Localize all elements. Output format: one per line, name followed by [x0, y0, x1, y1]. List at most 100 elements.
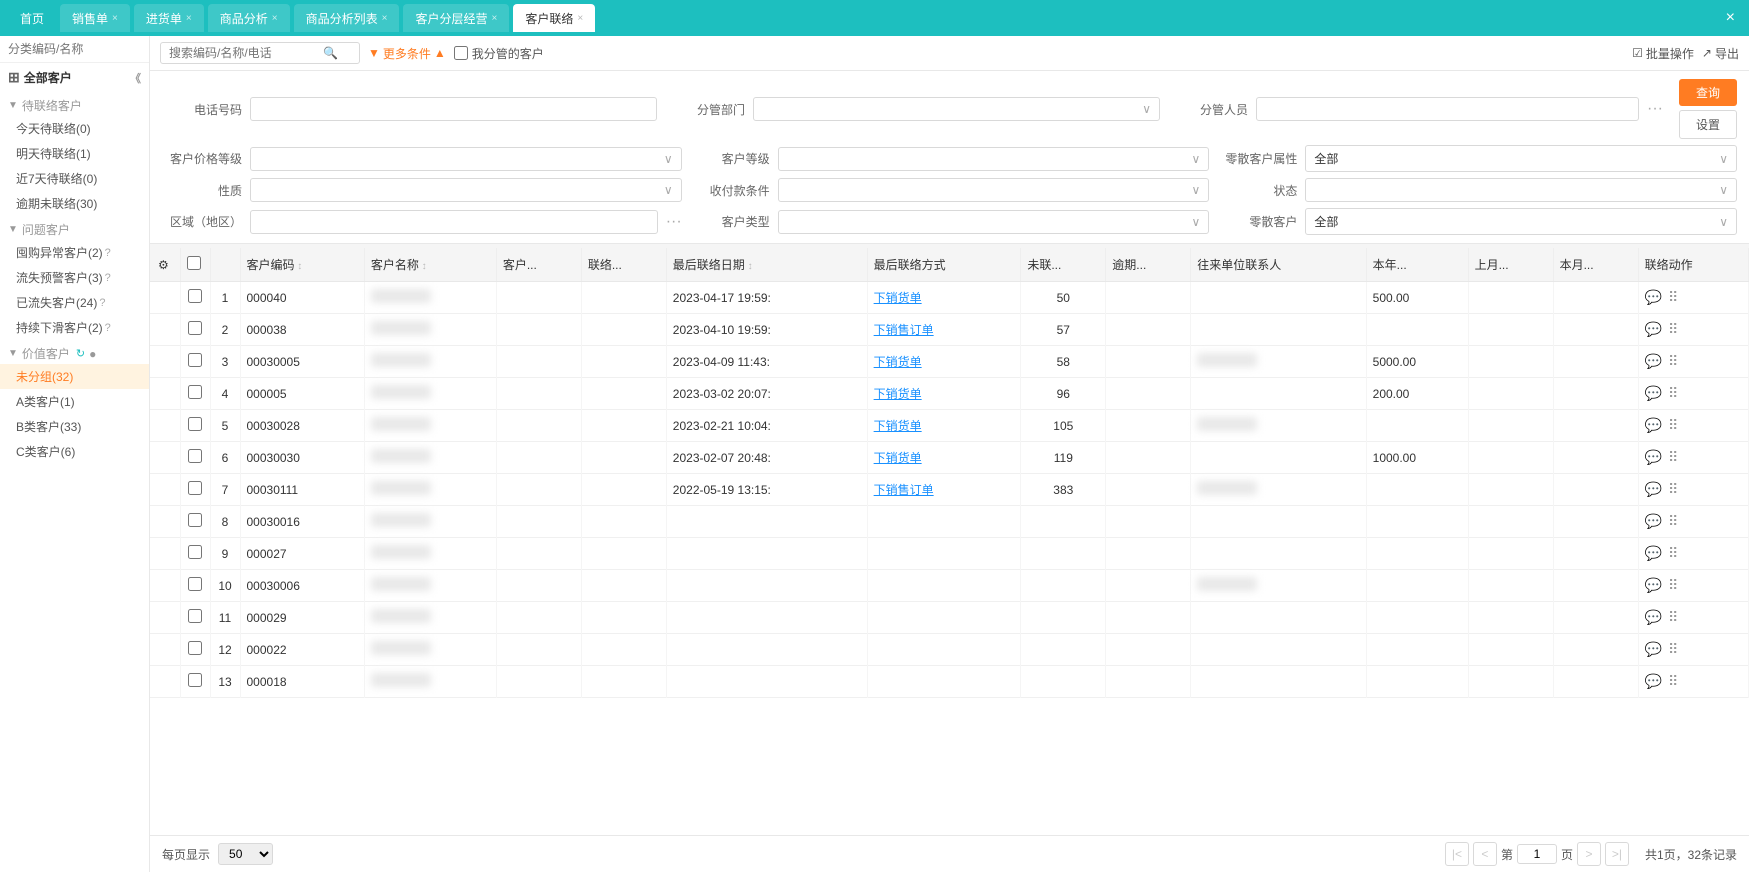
my-customers-checkbox[interactable]: 我分管的客户 [454, 45, 544, 62]
td-last-method[interactable] [867, 602, 1021, 634]
message-icon[interactable]: 💬 [1645, 289, 1662, 306]
sidebar-item-class-a[interactable]: A类客户(1) [0, 389, 149, 414]
row-checkbox[interactable] [188, 481, 202, 495]
nav-tab-customer-segment-close[interactable]: × [491, 13, 497, 24]
apps-icon[interactable]: ⠿ [1668, 545, 1678, 562]
td-last-method[interactable]: 下销货单 [867, 378, 1021, 410]
sidebar-search-input[interactable] [8, 42, 150, 56]
message-icon[interactable]: 💬 [1645, 545, 1662, 562]
filter-select-scatter-attr[interactable]: 全部 ∨ [1305, 145, 1737, 172]
contact-method-link[interactable]: 下销货单 [874, 387, 922, 401]
message-icon[interactable]: 💬 [1645, 481, 1662, 498]
row-checkbox[interactable] [188, 385, 202, 399]
apps-icon[interactable]: ⠿ [1668, 481, 1678, 498]
filter-select-dept[interactable]: ∨ [753, 97, 1160, 121]
td-checkbox[interactable] [180, 442, 210, 474]
nav-tab-product-analysis-list-close[interactable]: × [382, 13, 388, 24]
apps-icon[interactable]: ⠿ [1668, 641, 1678, 658]
apps-icon[interactable]: ⠿ [1668, 353, 1678, 370]
td-checkbox[interactable] [180, 602, 210, 634]
col-last-date[interactable]: 最后联络日期 [666, 248, 867, 282]
group-pending-contact[interactable]: ▼ 待联络客户 [0, 92, 149, 116]
td-last-method[interactable] [867, 570, 1021, 602]
sidebar-search-box[interactable]: 🔍 [0, 36, 149, 63]
page-number-input[interactable] [1517, 844, 1557, 864]
nav-tab-purchase[interactable]: 进货单 × [134, 4, 204, 32]
page-size-select[interactable]: 50 100 [218, 843, 273, 865]
search-box[interactable]: 🔍 [160, 42, 360, 64]
filter-select-customer-type[interactable]: ∨ [778, 210, 1210, 234]
close-all-button[interactable]: × [1720, 9, 1741, 27]
apps-icon[interactable]: ⠿ [1668, 289, 1678, 306]
sidebar-item-churned[interactable]: 已流失客户(24) ? [0, 290, 149, 315]
nav-tab-product-analysis-close[interactable]: × [272, 13, 278, 24]
apps-icon[interactable]: ⠿ [1668, 673, 1678, 690]
col-name[interactable]: 客户名称 [364, 248, 496, 282]
nav-tab-sales[interactable]: 销售单 × [60, 4, 130, 32]
apps-icon[interactable]: ⠿ [1668, 321, 1678, 338]
td-checkbox[interactable] [180, 346, 210, 378]
my-customers-cb[interactable] [454, 46, 468, 60]
filter-select-nature[interactable]: ∨ [250, 178, 682, 202]
row-checkbox[interactable] [188, 513, 202, 527]
td-last-method[interactable]: 下销货单 [867, 410, 1021, 442]
sidebar-item-ungroup[interactable]: 未分组(32) [0, 364, 149, 389]
apps-icon[interactable]: ⠿ [1668, 417, 1678, 434]
sidebar-item-class-b[interactable]: B类客户(33) [0, 414, 149, 439]
settings-icon[interactable]: ⚙ [158, 258, 169, 272]
td-last-method[interactable]: 下销售订单 [867, 314, 1021, 346]
contact-method-link[interactable]: 下销货单 [874, 355, 922, 369]
manager-dots-icon[interactable]: ··· [1647, 100, 1663, 118]
td-checkbox[interactable] [180, 570, 210, 602]
filter-input-phone[interactable] [250, 97, 657, 121]
td-last-method[interactable]: 下销售订单 [867, 474, 1021, 506]
nav-tab-customer-contact-close[interactable]: × [577, 13, 583, 24]
message-icon[interactable]: 💬 [1645, 609, 1662, 626]
nav-tab-customer-segment[interactable]: 客户分层经营 × [403, 4, 509, 32]
td-checkbox[interactable] [180, 506, 210, 538]
filter-select-price-grade[interactable]: ∨ [250, 147, 682, 171]
td-last-method[interactable] [867, 634, 1021, 666]
message-icon[interactable]: 💬 [1645, 641, 1662, 658]
filter-select-status[interactable]: ∨ [1305, 178, 1737, 202]
contact-method-link[interactable]: 下销货单 [874, 419, 922, 433]
message-icon[interactable]: 💬 [1645, 673, 1662, 690]
query-button[interactable]: 查询 [1679, 79, 1737, 106]
row-checkbox[interactable] [188, 577, 202, 591]
apps-icon[interactable]: ⠿ [1668, 449, 1678, 466]
message-icon[interactable]: 💬 [1645, 417, 1662, 434]
td-checkbox[interactable] [180, 634, 210, 666]
row-checkbox[interactable] [188, 321, 202, 335]
group-problem-customer[interactable]: ▼ 问题客户 [0, 216, 149, 240]
reset-button[interactable]: 设置 [1679, 110, 1737, 139]
td-last-method[interactable]: 下销货单 [867, 442, 1021, 474]
message-icon[interactable]: 💬 [1645, 321, 1662, 338]
message-icon[interactable]: 💬 [1645, 513, 1662, 530]
sidebar-item-today[interactable]: 今天待联络(0) [0, 116, 149, 141]
nav-tab-product-analysis-list[interactable]: 商品分析列表 × [294, 4, 400, 32]
message-icon[interactable]: 💬 [1645, 385, 1662, 402]
row-checkbox[interactable] [188, 417, 202, 431]
nav-tab-product-analysis[interactable]: 商品分析 × [208, 4, 290, 32]
row-checkbox[interactable] [188, 353, 202, 367]
more-conditions-btn[interactable]: ▼ 更多条件 ▲ [368, 45, 446, 62]
prev-page-btn[interactable]: < [1473, 842, 1497, 866]
td-last-method[interactable] [867, 538, 1021, 570]
first-page-btn[interactable]: |< [1445, 842, 1469, 866]
export-btn[interactable]: ↗ 导出 [1702, 45, 1739, 62]
sidebar-item-class-c[interactable]: C类客户(6) [0, 439, 149, 464]
col-checkbox[interactable] [180, 248, 210, 282]
message-icon[interactable]: 💬 [1645, 577, 1662, 594]
apps-icon[interactable]: ⠿ [1668, 513, 1678, 530]
row-checkbox[interactable] [188, 673, 202, 687]
sidebar-collapse-icon[interactable]: 《 [130, 70, 141, 86]
contact-method-link[interactable]: 下销售订单 [874, 483, 934, 497]
nav-tab-purchase-close[interactable]: × [186, 13, 192, 24]
col-settings[interactable]: ⚙ [150, 248, 180, 282]
row-checkbox[interactable] [188, 449, 202, 463]
td-checkbox[interactable] [180, 282, 210, 314]
td-checkbox[interactable] [180, 314, 210, 346]
td-last-method[interactable] [867, 666, 1021, 698]
sidebar-item-churn-warning[interactable]: 流失预警客户(3) ? [0, 265, 149, 290]
filter-select-payment[interactable]: ∨ [778, 178, 1210, 202]
